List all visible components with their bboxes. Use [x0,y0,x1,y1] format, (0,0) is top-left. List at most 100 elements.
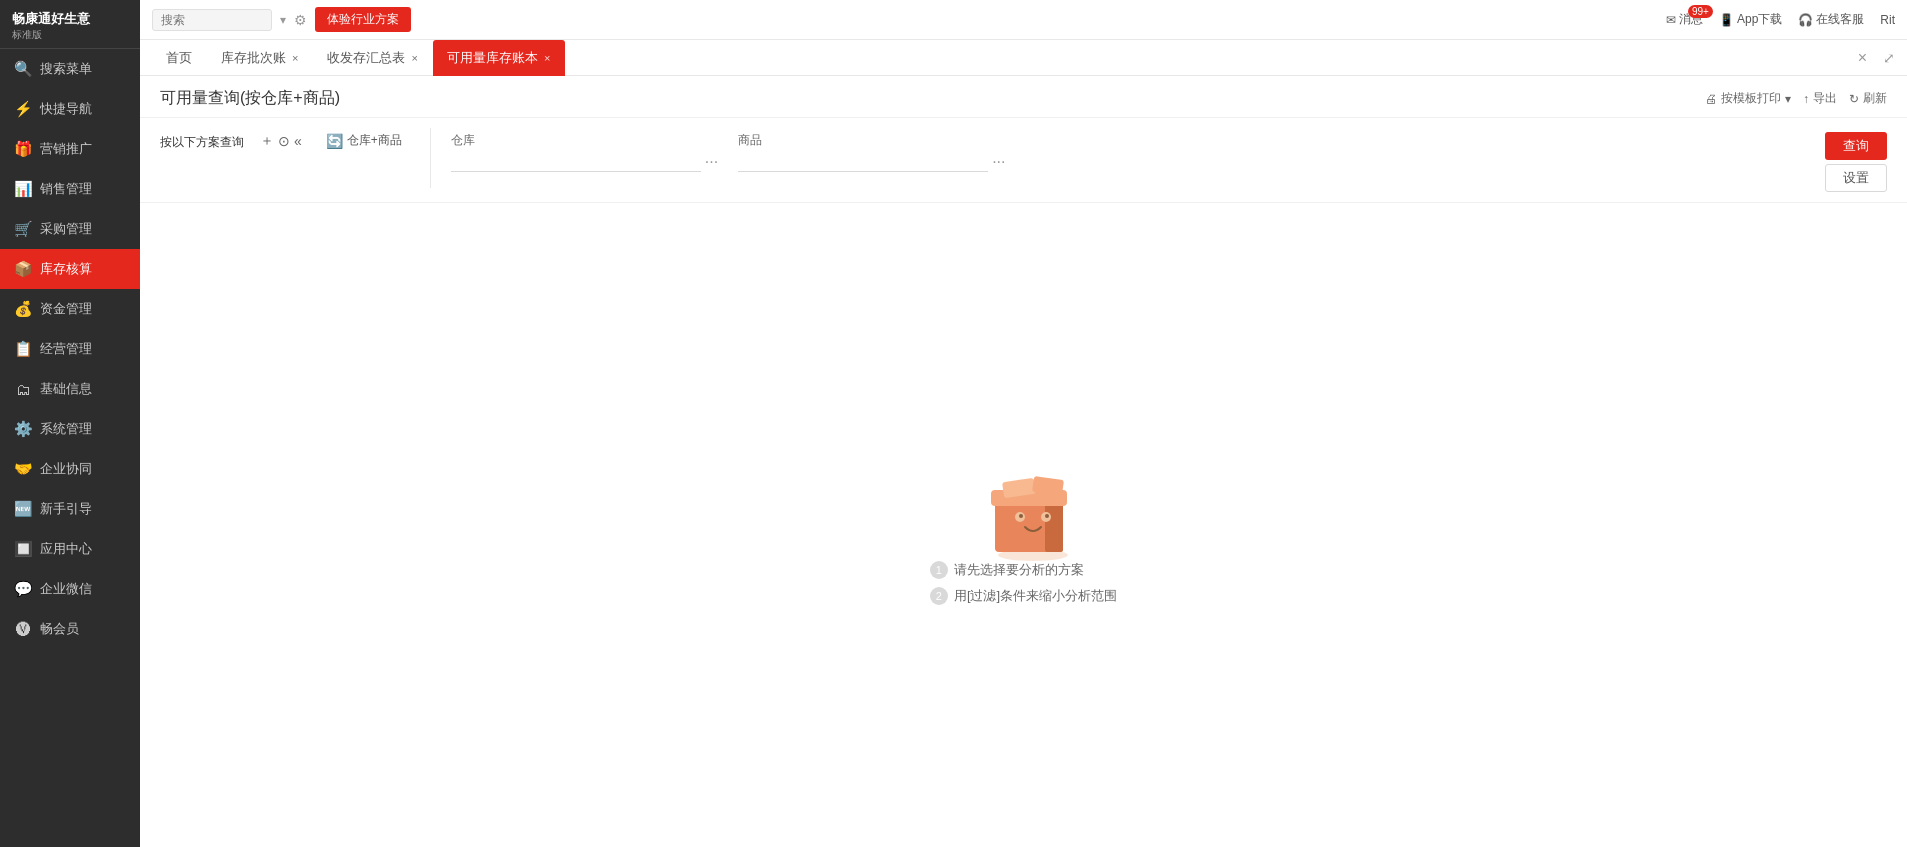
filter-input-wrapper-goods: ··· [738,151,1005,172]
sidebar-item-enterprise[interactable]: 🤝 企业协同 [0,449,140,489]
sidebar-item-label: 营销推广 [40,140,92,158]
sidebar-item-label: 企业协同 [40,460,92,478]
online-service-label: 在线客服 [1816,11,1864,28]
tab-panel-close-btn[interactable]: × [1858,49,1867,67]
basic-icon: 🗂 [14,381,32,398]
scheme-icon: 🔄 [326,133,343,149]
sidebar-item-label: 资金管理 [40,300,92,318]
sidebar-item-label: 库存核算 [40,260,92,278]
settings-button[interactable]: 设置 [1825,164,1887,192]
sidebar-scroll: 🔍 搜索菜单 ⚡快捷导航 🎁 营销推广 📊 销售管理 🛒 采购管理 📦库存核算 💰 资金管理 📋经营管理… [0,49,140,847]
tab-home[interactable]: 首页 [152,40,207,76]
tab-available-qty[interactable]: 可用量库存账本 × [433,40,565,76]
sidebar-item-sales[interactable]: 📊 销售管理 [0,169,140,209]
collapse-filter-btn[interactable]: « [294,133,302,149]
refresh-btn[interactable]: ↻ 刷新 [1849,90,1887,107]
empty-state: 1 请先选择要分析的方案 2 用[过滤]条件来缩小分析范围 [930,445,1117,605]
filter-input-goods[interactable] [738,151,988,172]
sidebar-item-system[interactable]: ⚙️ 系统管理 [0,409,140,449]
sidebar: 畅康通好生意 标准版 🔍搜索菜单⚡快捷导航🎁营销推广📊销售管理🛒采购管理📦库存核… [0,0,140,847]
tab-close-icon[interactable]: × [411,52,417,64]
filter-label: 按以下方案查询 [160,128,244,151]
sidebar-item-marketing[interactable]: 🎁 营销推广 [0,129,140,169]
sidebar-item-label: 企业微信 [40,580,92,598]
sidebar-item-search[interactable]: 🔍 搜索菜单 [0,49,140,89]
search-input[interactable] [152,9,272,31]
empty-tip-2: 2 用[过滤]条件来缩小分析范围 [930,587,1117,605]
filter-field-label-goods: 商品 [738,132,1005,149]
tab-close-icon[interactable]: × [544,52,550,64]
scheme-item[interactable]: 🔄 仓库+商品 [318,128,410,153]
operations-icon: 📋 [14,340,32,358]
sidebar-item-label: 搜索菜单 [40,60,92,78]
print-btn[interactable]: 🖨 按模板打印 ▾ [1705,90,1791,107]
tab-panel-expand-btn[interactable]: ⤢ [1883,50,1895,66]
topbar: ▾ ⚙ 体验行业方案 ✉ 99+ 消息 📱 App下载 🎧 在线客服 Rit [140,0,1907,40]
filter-more-warehouse-icon[interactable]: ··· [705,153,718,171]
sidebar-item-member[interactable]: 🅥畅会员 [0,609,140,649]
member-icon: 🅥 [14,621,32,638]
export-btn[interactable]: ↑ 导出 [1803,90,1837,107]
newguide-icon: 🆕 [14,500,32,518]
tab-label: 首页 [166,49,192,67]
page-actions: 🖨 按模板打印 ▾ ↑ 导出 ↻ 刷新 [1705,90,1887,107]
chevron-down-icon[interactable]: ▾ [1785,92,1791,106]
tab-label: 收发存汇总表 [327,49,405,67]
query-button[interactable]: 查询 [1825,132,1887,160]
chevron-down-icon[interactable]: ▾ [280,13,286,27]
tip-num-1: 1 [930,561,948,579]
topbar-right: ✉ 99+ 消息 📱 App下载 🎧 在线客服 Rit [1666,11,1895,28]
filter-input-warehouse[interactable] [451,151,701,172]
sidebar-item-label: 新手引导 [40,500,92,518]
system-icon: ⚙️ [14,420,32,438]
scheme-list: 🔄 仓库+商品 [318,128,410,153]
sidebar-item-purchase[interactable]: 🛒 采购管理 [0,209,140,249]
online-service-btn[interactable]: 🎧 在线客服 [1798,11,1864,28]
finance-icon: 💰 [14,300,32,318]
purchase-icon: 🛒 [14,220,32,238]
sales-icon: 📊 [14,180,32,198]
sidebar-item-wechat[interactable]: 💬企业微信 [0,569,140,609]
filter-field-label-warehouse: 仓库 [451,132,718,149]
filter-field-goods: 商品 ··· [738,132,1005,172]
tab-batch-account[interactable]: 库存批次账× [207,40,313,76]
tab-close-icon[interactable]: × [292,52,298,64]
empty-svg-illustration [973,445,1093,565]
sidebar-item-operations[interactable]: 📋经营管理 [0,329,140,369]
sidebar-item-appcenter[interactable]: 🔲应用中心 [0,529,140,569]
tab-collect-summary[interactable]: 收发存汇总表 × [313,40,432,76]
sidebar-item-basic[interactable]: 🗂基础信息 [0,369,140,409]
marketing-icon: 🎁 [14,140,32,158]
svg-point-9 [1045,514,1049,518]
filter-more-goods-icon[interactable]: ··· [992,153,1005,171]
filter-label-text: 按以下方案查询 [160,134,244,151]
filter-fields: 仓库 ··· 商品 ··· [451,128,1809,172]
tip-text-2: 用[过滤]条件来缩小分析范围 [954,587,1117,605]
app-download-btn[interactable]: 📱 App下载 [1719,11,1782,28]
enterprise-icon: 🤝 [14,460,32,478]
sidebar-item-inventory[interactable]: 📦库存核算 [0,249,140,289]
refresh-icon: ↻ [1849,92,1859,106]
print-icon: 🖨 [1705,92,1717,106]
gear-icon[interactable]: ⚙ [294,12,307,28]
scheme-label: 仓库+商品 [347,132,402,149]
sidebar-item-finance[interactable]: 💰 资金管理 [0,289,140,329]
sidebar-item-label: 应用中心 [40,540,92,558]
sidebar-item-newguide[interactable]: 🆕 新手引导 [0,489,140,529]
industry-btn[interactable]: 体验行业方案 [315,7,411,32]
search-icon: 🔍 [14,60,32,78]
sidebar-item-label: 销售管理 [40,180,92,198]
svg-rect-2 [1045,500,1063,552]
sidebar-item-label: 系统管理 [40,420,92,438]
sidebar-item-shortcut[interactable]: ⚡快捷导航 [0,89,140,129]
user-name[interactable]: Rit [1880,13,1895,27]
page-header: 可用量查询(按仓库+商品) 🖨 按模板打印 ▾ ↑ 导出 ↻ 刷新 [140,76,1907,118]
add-scheme-btn[interactable]: ＋ [260,132,274,150]
message-btn[interactable]: ✉ 99+ 消息 [1666,11,1703,28]
filter-field-warehouse: 仓库 ··· [451,132,718,172]
manage-scheme-btn[interactable]: ⊙ [278,133,290,149]
filter-input-wrapper-warehouse: ··· [451,151,718,172]
sidebar-item-label: 快捷导航 [40,100,92,118]
sidebar-item-label: 采购管理 [40,220,92,238]
tab-label: 可用量库存账本 [447,49,538,67]
